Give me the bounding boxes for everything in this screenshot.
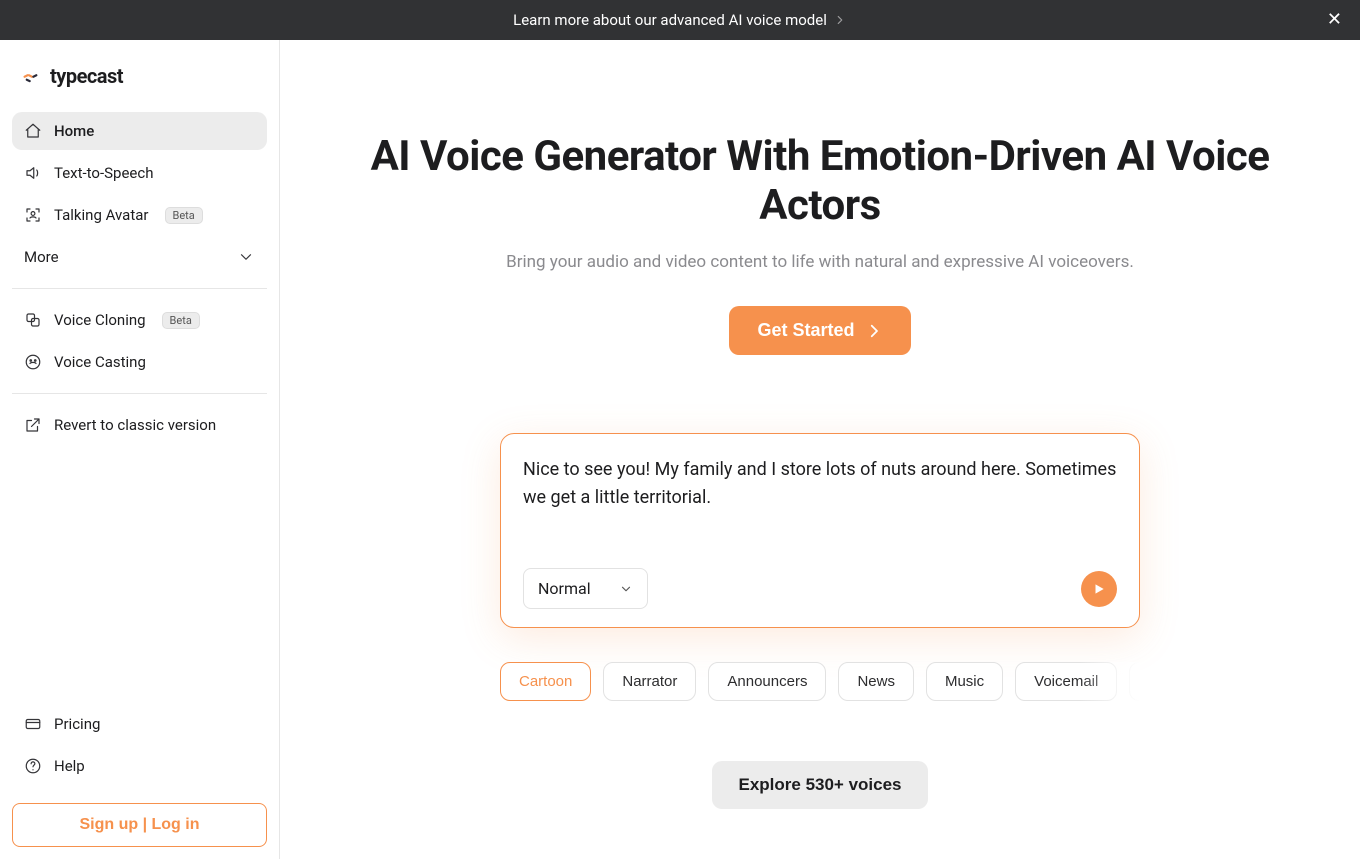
voice-controls: Normal [523,568,1117,609]
sidebar-more-label: More [24,248,59,266]
voice-style-selected: Normal [538,579,591,598]
banner-learn-more-link[interactable]: Learn more about our advanced AI voice m… [513,11,847,29]
sidebar-item-label: Help [54,757,85,775]
brand-logo[interactable]: typecast [12,52,267,112]
category-label: Voicemail [1034,673,1098,690]
external-icon [24,416,42,434]
voice-category-row: Cartoon Narrator Announcers News Music V… [500,662,1140,701]
sidebar-item-tts[interactable]: Text-to-Speech [12,154,267,192]
beta-badge: Beta [162,312,200,329]
sidebar-item-talking-avatar[interactable]: Talking Avatar Beta [12,196,267,234]
category-cartoon[interactable]: Cartoon [500,662,591,701]
category-news[interactable]: News [838,662,914,701]
chevron-down-icon [619,582,633,596]
help-icon [24,757,42,775]
voice-demo-card: Nice to see you! My family and I store l… [500,433,1140,628]
nav-secondary: Voice Cloning Beta Voice Casting [12,301,267,381]
category-kid[interactable]: Kid [1129,662,1140,701]
casting-icon [24,353,42,371]
sidebar-item-voice-casting[interactable]: Voice Casting [12,343,267,381]
category-label: Announcers [727,673,807,690]
category-label: Music [945,673,984,690]
chevron-right-icon [833,13,847,27]
sidebar-item-label: Text-to-Speech [54,164,154,182]
category-label: Cartoon [519,673,572,690]
sidebar-item-voice-cloning[interactable]: Voice Cloning Beta [12,301,267,339]
close-banner-button[interactable]: ✕ [1327,11,1342,29]
sidebar-item-pricing[interactable]: Pricing [12,705,267,743]
category-narrator[interactable]: Narrator [603,662,696,701]
divider [12,393,267,394]
sidebar-item-label: Home [54,122,94,140]
card-icon [24,715,42,733]
banner-text: Learn more about our advanced AI voice m… [513,11,827,29]
category-label: Narrator [622,673,677,690]
play-button[interactable] [1081,571,1117,607]
category-voicemail[interactable]: Voicemail [1015,662,1117,701]
category-music[interactable]: Music [926,662,1003,701]
nav-primary: Home Text-to-Speech Talking Avatar Beta … [12,112,267,276]
page-subtitle: Bring your audio and video content to li… [320,252,1320,272]
announcement-banner: Learn more about our advanced AI voice m… [0,0,1360,40]
brand-name: typecast [50,64,123,88]
close-icon: ✕ [1327,9,1342,30]
sidebar-item-label: Revert to classic version [54,416,216,434]
chevron-down-icon [237,248,255,266]
nav-tertiary: Revert to classic version [12,406,267,444]
cta-label: Get Started [757,320,854,341]
voice-sample-text: Nice to see you! My family and I store l… [523,456,1117,542]
sidebar-more-toggle[interactable]: More [12,238,267,276]
hero-headline: AI Voice Generator With Emotion-Driven A… [320,132,1320,272]
sidebar-item-revert-classic[interactable]: Revert to classic version [12,406,267,444]
page-title: AI Voice Generator With Emotion-Driven A… [320,132,1320,230]
speaker-icon [24,164,42,182]
sidebar-item-label: Pricing [54,715,100,733]
category-label: News [857,673,895,690]
sidebar: typecast Home Text-to-Speech Talking Ava… [0,40,280,859]
sidebar-item-label: Talking Avatar [54,206,149,224]
category-announcers[interactable]: Announcers [708,662,826,701]
voice-style-select[interactable]: Normal [523,568,648,609]
sidebar-item-home[interactable]: Home [12,112,267,150]
main-content: AI Voice Generator With Emotion-Driven A… [280,40,1360,859]
sidebar-bottom: Pricing Help Sign up | Log in [12,705,267,847]
divider [12,288,267,289]
auth-button-label: Sign up | Log in [79,816,199,833]
play-icon [1092,582,1106,596]
explore-label: Explore 530+ voices [738,775,901,794]
beta-badge: Beta [165,207,203,224]
home-icon [24,122,42,140]
auth-button[interactable]: Sign up | Log in [12,803,267,847]
explore-voices-button[interactable]: Explore 530+ voices [712,761,927,809]
clone-icon [24,311,42,329]
chevron-right-icon [865,322,883,340]
get-started-button[interactable]: Get Started [729,306,910,355]
avatar-scan-icon [24,206,42,224]
brand-mark-icon [20,65,42,87]
sidebar-item-label: Voice Cloning [54,311,146,329]
sidebar-item-label: Voice Casting [54,353,146,371]
sidebar-item-help[interactable]: Help [12,747,267,785]
